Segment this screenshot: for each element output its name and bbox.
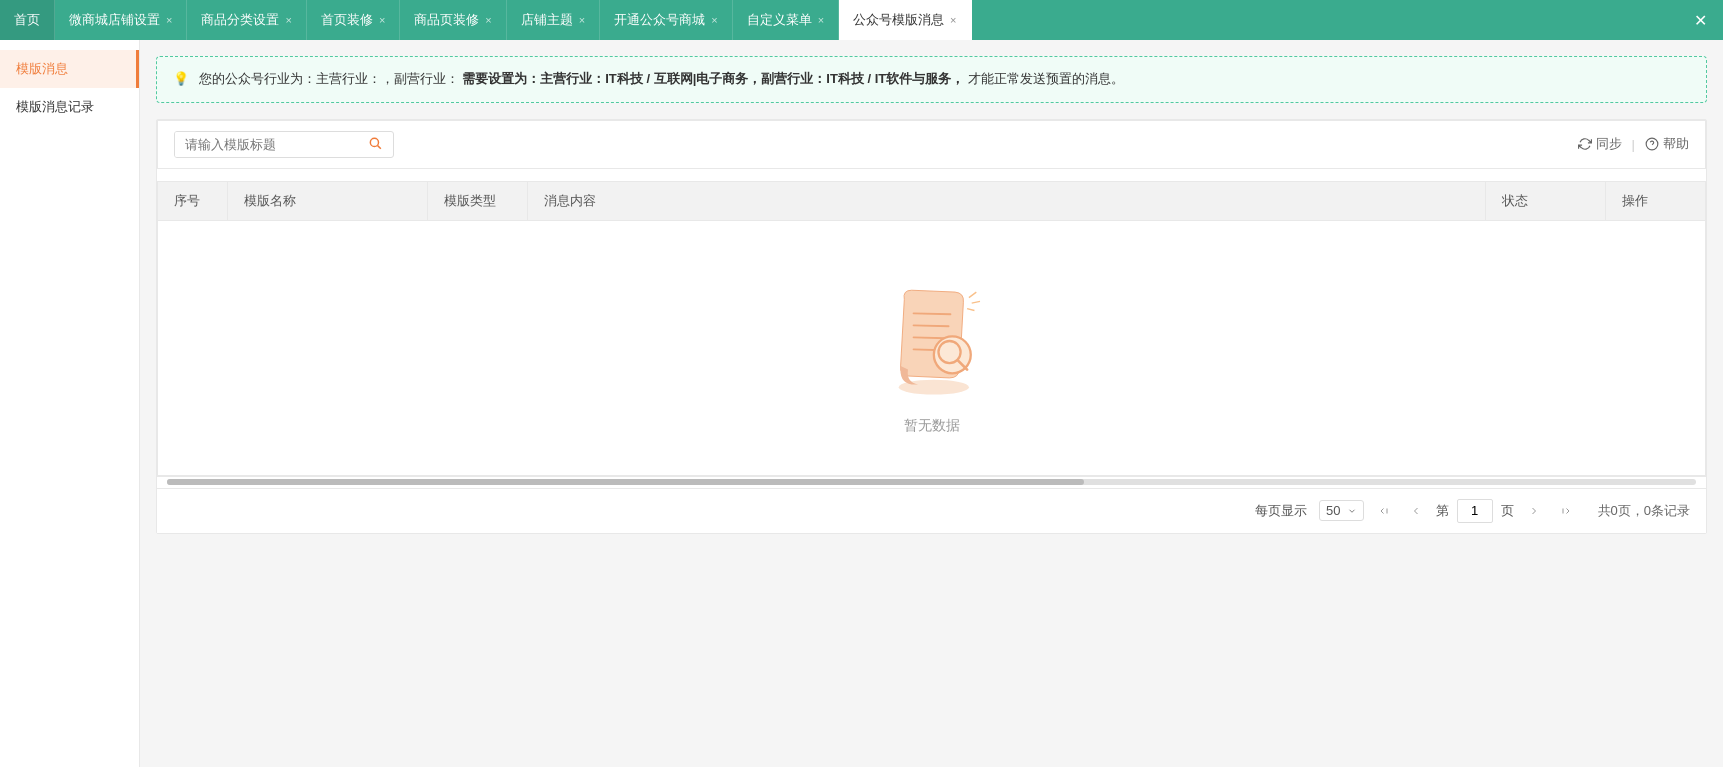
scroll-bar-thumb[interactable] <box>167 479 1084 485</box>
notice-banner: 💡 您的公众号行业为：主营行业：，副营行业： 需要设置为：主营行业：IT科技 /… <box>156 56 1707 103</box>
per-page-value: 50 <box>1326 503 1340 518</box>
tab-micro-store[interactable]: 微商城店铺设置 × <box>55 0 187 40</box>
toolbar-right: 同步 | 帮助 <box>1578 135 1689 153</box>
help-icon <box>1645 137 1659 151</box>
content-area: 💡 您的公众号行业为：主营行业：，副营行业： 需要设置为：主营行业：IT科技 /… <box>140 40 1723 767</box>
tab-template-msg[interactable]: 公众号模版消息 × <box>839 0 971 40</box>
svg-line-11 <box>968 292 975 298</box>
svg-line-12 <box>971 301 979 303</box>
refresh-icon <box>1578 137 1592 151</box>
search-row: 同步 | 帮助 <box>157 120 1706 169</box>
svg-line-5 <box>913 325 948 326</box>
global-close-button[interactable]: ✕ <box>1678 11 1723 30</box>
total-info: 共0页，0条记录 <box>1598 502 1690 520</box>
close-tab-home-decor[interactable]: × <box>379 14 385 26</box>
sidebar: 模版消息 模版消息记录 <box>0 40 140 767</box>
data-table: 序号 模版名称 模版类型 消息内容 状态 <box>157 181 1706 476</box>
toolbar-divider: | <box>1632 137 1635 152</box>
main-layout: 模版消息 模版消息记录 💡 您的公众号行业为：主营行业：，副营行业： 需要设置为… <box>0 40 1723 767</box>
page-label: 第 <box>1436 502 1449 520</box>
tab-home[interactable]: 首页 <box>0 0 55 40</box>
close-tab-custom-menu[interactable]: × <box>818 14 824 26</box>
close-tab-product-decor[interactable]: × <box>485 14 491 26</box>
next-page-icon <box>1528 505 1540 517</box>
close-tab-store-theme[interactable]: × <box>579 14 585 26</box>
col-content: 消息内容 <box>528 181 1486 220</box>
notice-icon: 💡 <box>173 71 189 86</box>
notice-text-highlight: 需要设置为：主营行业：IT科技 / 互联网|电子商务，副营行业：IT科技 / I… <box>462 71 964 86</box>
last-page-icon <box>1560 505 1572 517</box>
prev-page-button[interactable] <box>1404 499 1428 523</box>
close-tab-micro-store[interactable]: × <box>166 14 172 26</box>
tab-home-decor[interactable]: 首页装修 × <box>307 0 400 40</box>
scroll-bar-row <box>157 476 1706 488</box>
sync-button[interactable]: 同步 <box>1578 135 1622 153</box>
chevron-down-icon <box>1347 506 1357 516</box>
search-input-wrap <box>174 131 394 158</box>
sync-label: 同步 <box>1596 135 1622 153</box>
svg-line-13 <box>967 308 974 310</box>
per-page-label: 每页显示 <box>1255 502 1307 520</box>
empty-state: 暂无数据 <box>158 221 1705 475</box>
tab-product-category[interactable]: 商品分类设置 × <box>187 0 306 40</box>
per-page-select[interactable]: 50 <box>1319 500 1363 521</box>
empty-illustration <box>872 281 992 401</box>
svg-point-0 <box>370 138 378 146</box>
close-tab-template-msg[interactable]: × <box>950 14 956 26</box>
col-status: 状态 <box>1486 181 1606 220</box>
prev-page-icon <box>1410 505 1422 517</box>
first-page-button[interactable] <box>1372 499 1396 523</box>
close-tab-open-store[interactable]: × <box>711 14 717 26</box>
search-button[interactable] <box>360 136 390 153</box>
page-suffix: 页 <box>1501 502 1514 520</box>
svg-line-6 <box>913 337 945 338</box>
top-nav: 首页 微商城店铺设置 × 商品分类设置 × 首页装修 × 商品页装修 × 店铺主… <box>0 0 1723 40</box>
search-input[interactable] <box>175 132 360 157</box>
help-label: 帮助 <box>1663 135 1689 153</box>
col-type: 模版类型 <box>428 181 528 220</box>
tab-open-store[interactable]: 开通公众号商城 × <box>600 0 732 40</box>
next-page-button[interactable] <box>1522 499 1546 523</box>
notice-text-after: 才能正常发送预置的消息。 <box>968 71 1124 86</box>
tab-custom-menu[interactable]: 自定义菜单 × <box>733 0 839 40</box>
pagination-row: 每页显示 50 第 <box>157 488 1706 533</box>
empty-text: 暂无数据 <box>904 417 960 435</box>
close-tab-product-category[interactable]: × <box>285 14 291 26</box>
help-button[interactable]: 帮助 <box>1645 135 1689 153</box>
page-input[interactable] <box>1457 499 1493 523</box>
svg-line-1 <box>378 145 381 148</box>
notice-text-before: 您的公众号行业为：主营行业：，副营行业： <box>199 71 459 86</box>
col-name: 模版名称 <box>228 181 428 220</box>
search-icon <box>368 136 382 150</box>
sidebar-item-template-msg[interactable]: 模版消息 <box>0 50 139 88</box>
scroll-bar-track[interactable] <box>167 479 1696 485</box>
svg-line-4 <box>913 313 950 314</box>
first-page-icon <box>1378 505 1390 517</box>
tab-product-decor[interactable]: 商品页装修 × <box>400 0 506 40</box>
col-seq: 序号 <box>158 181 228 220</box>
last-page-button[interactable] <box>1554 499 1578 523</box>
col-actions: 操作 <box>1606 181 1706 220</box>
tab-store-theme[interactable]: 店铺主题 × <box>507 0 600 40</box>
sidebar-item-template-record[interactable]: 模版消息记录 <box>0 88 139 126</box>
